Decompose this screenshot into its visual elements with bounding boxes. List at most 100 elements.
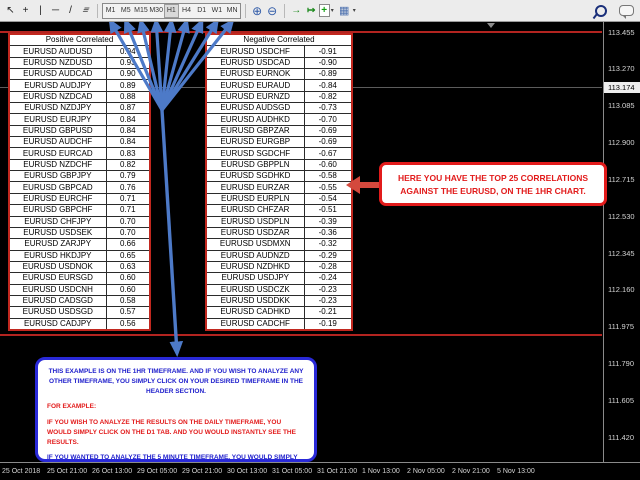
correlation-row: EURUSD AUDCAD 0.90 bbox=[8, 68, 151, 81]
cursor-icon[interactable]: ↖ bbox=[3, 3, 18, 19]
correlation-row: EURUSD EURSGD 0.60 bbox=[8, 272, 151, 285]
correlation-row: EURUSD AUDSGD -0.73 bbox=[205, 102, 353, 115]
correlation-row: EURUSD USDSGD 0.57 bbox=[8, 306, 151, 319]
pair-cell: EURUSD EURAUD bbox=[205, 79, 305, 92]
value-cell: 0.66 bbox=[105, 238, 151, 251]
correlation-row: EURUSD HKDJPY 0.65 bbox=[8, 249, 151, 262]
pair-cell: EURUSD AUDNZD bbox=[205, 249, 305, 262]
correlation-row: EURUSD USDSEK 0.70 bbox=[8, 226, 151, 240]
correlation-row: EURUSD GBPCHF 0.71 bbox=[8, 204, 151, 217]
indicators-icon[interactable]: + bbox=[318, 4, 330, 17]
timeframe-button-m15[interactable]: M15 bbox=[133, 4, 148, 18]
price-tick-label: 111.420 bbox=[608, 432, 634, 442]
time-tick-label: 2 Nov 05:00 bbox=[407, 468, 445, 475]
price-tick-label: 112.530 bbox=[608, 211, 635, 221]
value-cell: 0.90 bbox=[105, 68, 151, 81]
value-cell: -0.23 bbox=[303, 294, 353, 308]
timeframe-button-w1[interactable]: W1 bbox=[209, 4, 224, 18]
correlation-row: EURUSD AUDNZD -0.29 bbox=[205, 249, 353, 262]
value-cell: -0.23 bbox=[303, 283, 353, 296]
pair-cell: EURUSD AUDJPY bbox=[8, 79, 107, 92]
positive-correlation-table: Positive Correlated EURUSD AUDUSD 0.94 EUR… bbox=[8, 33, 151, 331]
correlation-row: EURUSD CHFZAR -0.51 bbox=[205, 204, 353, 217]
timeframe-button-m30[interactable]: M30 bbox=[149, 4, 164, 18]
red-annotation-line: HERE YOU HAVE THE TOP 25 CORRELATIONS bbox=[397, 172, 589, 183]
auto-scroll-icon[interactable]: → bbox=[289, 3, 304, 19]
red-annotation-line: AGAINST THE EURUSD, ON THE 1HR CHART. bbox=[400, 185, 586, 196]
value-cell: -0.51 bbox=[303, 204, 353, 217]
correlation-row: EURUSD USDCHF -0.91 bbox=[205, 45, 353, 58]
time-tick-label: 25 Oct 21:00 bbox=[47, 468, 88, 475]
chart-shift-icon[interactable]: ↦ bbox=[304, 3, 319, 19]
templates-dropdown-caret-icon[interactable]: ▾ bbox=[353, 7, 356, 14]
value-cell: -0.90 bbox=[303, 56, 353, 70]
pair-cell: EURUSD USDCZK bbox=[205, 283, 305, 296]
price-tick-label: 112.900 bbox=[608, 138, 635, 148]
value-cell: -0.82 bbox=[303, 90, 353, 104]
toolbar-separator bbox=[283, 3, 285, 18]
time-tick-label: 1 Nov 13:00 bbox=[362, 468, 400, 475]
price-tick-label: 111.605 bbox=[608, 396, 634, 405]
value-cell: -0.67 bbox=[303, 147, 353, 160]
correlation-row: EURUSD USDZAR -0.36 bbox=[205, 226, 353, 240]
vertical-line-icon[interactable]: | bbox=[33, 3, 48, 19]
drawing-tools-group: ↖ + | ─ / ≡ bbox=[3, 3, 93, 19]
pair-cell: EURUSD GBPCHF bbox=[8, 204, 107, 217]
value-cell: 0.58 bbox=[105, 294, 151, 308]
timeframe-button-h1[interactable]: H1 bbox=[163, 3, 179, 18]
time-axis[interactable]: 25 Oct 2018 25 Oct 21:00 26 Oct 13:00 29 Oc… bbox=[0, 462, 640, 480]
indicators-dropdown-caret-icon[interactable]: ▾ bbox=[331, 7, 334, 14]
zoom-out-icon[interactable]: ⊖ bbox=[265, 3, 280, 19]
value-cell: 0.79 bbox=[105, 170, 151, 183]
toolbar-separator bbox=[97, 3, 98, 18]
pair-cell: EURUSD CADSGD bbox=[8, 294, 107, 308]
pair-cell: EURUSD EURGBP bbox=[205, 136, 305, 149]
value-cell: 0.87 bbox=[105, 102, 151, 115]
pair-cell: EURUSD AUDUSD bbox=[8, 45, 107, 58]
pair-cell: EURUSD USDJPY bbox=[205, 272, 305, 285]
pair-cell: EURUSD USDDKK bbox=[205, 294, 305, 308]
price-tick-label: 111.975 bbox=[608, 322, 634, 332]
crosshair-icon[interactable]: + bbox=[18, 3, 33, 19]
price-axis[interactable]: 113.174 113.455 113.270 113.085 112.900 112.… bbox=[603, 22, 640, 462]
pair-cell: EURUSD EURZAR bbox=[205, 181, 305, 194]
value-cell: -0.84 bbox=[303, 79, 353, 92]
search-icon[interactable] bbox=[595, 4, 607, 17]
toolbar: ↖ + | ─ / ≡ M1 M5 M15 M30 H1 H4 D1 W1 MN ⊕ ⊖ → ↦ + ▾ ▦ ▾ bbox=[0, 0, 640, 22]
value-cell: 0.71 bbox=[105, 192, 151, 206]
time-tick-label: 31 Oct 05:00 bbox=[272, 468, 313, 475]
zoom-in-icon[interactable]: ⊕ bbox=[250, 3, 265, 19]
toolbar-right-group bbox=[595, 4, 640, 19]
value-cell: 0.60 bbox=[105, 272, 151, 285]
value-cell: 0.65 bbox=[105, 249, 151, 262]
correlation-row: EURUSD GBPCAD 0.76 bbox=[8, 181, 151, 194]
pair-cell: EURUSD NZDUSD bbox=[8, 56, 107, 70]
value-cell: 0.93 bbox=[105, 56, 151, 70]
value-cell: 0.83 bbox=[105, 147, 151, 160]
correlation-row: EURUSD EURNZD -0.82 bbox=[205, 90, 353, 104]
value-cell: 0.63 bbox=[105, 260, 151, 274]
timeframe-button-m1[interactable]: M1 bbox=[103, 4, 118, 18]
red-pointer-arrow-icon bbox=[346, 176, 382, 194]
value-cell: -0.89 bbox=[303, 68, 353, 81]
toolbar-separator bbox=[244, 3, 246, 18]
red-horizontal-line-bottom bbox=[0, 334, 602, 336]
pair-cell: EURUSD HKDJPY bbox=[8, 249, 107, 262]
timeframe-button-mn[interactable]: MN bbox=[225, 4, 240, 18]
value-cell: -0.21 bbox=[303, 306, 353, 319]
templates-icon[interactable]: ▦ bbox=[337, 3, 352, 19]
timeframe-button-h4[interactable]: H4 bbox=[179, 4, 194, 18]
horizontal-line-icon[interactable]: ─ bbox=[48, 3, 63, 19]
pair-cell: EURUSD USDNOK bbox=[8, 260, 107, 274]
timeframe-button-d1[interactable]: D1 bbox=[194, 4, 209, 18]
blue-annotation-paragraph: FOR EXAMPLE: bbox=[47, 403, 97, 411]
value-cell: -0.29 bbox=[303, 249, 353, 262]
timeframe-button-m5[interactable]: M5 bbox=[118, 4, 133, 18]
price-tick-label: 113.455 bbox=[608, 27, 635, 37]
correlation-row: EURUSD CHFJPY 0.70 bbox=[8, 215, 151, 228]
time-tick-label: 31 Oct 21:00 bbox=[317, 468, 358, 475]
pair-cell: EURUSD CHFJPY bbox=[8, 215, 107, 228]
comment-icon[interactable] bbox=[619, 5, 634, 19]
chart-shift-marker-icon bbox=[487, 23, 495, 28]
pair-cell: EURUSD NZDCHF bbox=[8, 158, 107, 172]
